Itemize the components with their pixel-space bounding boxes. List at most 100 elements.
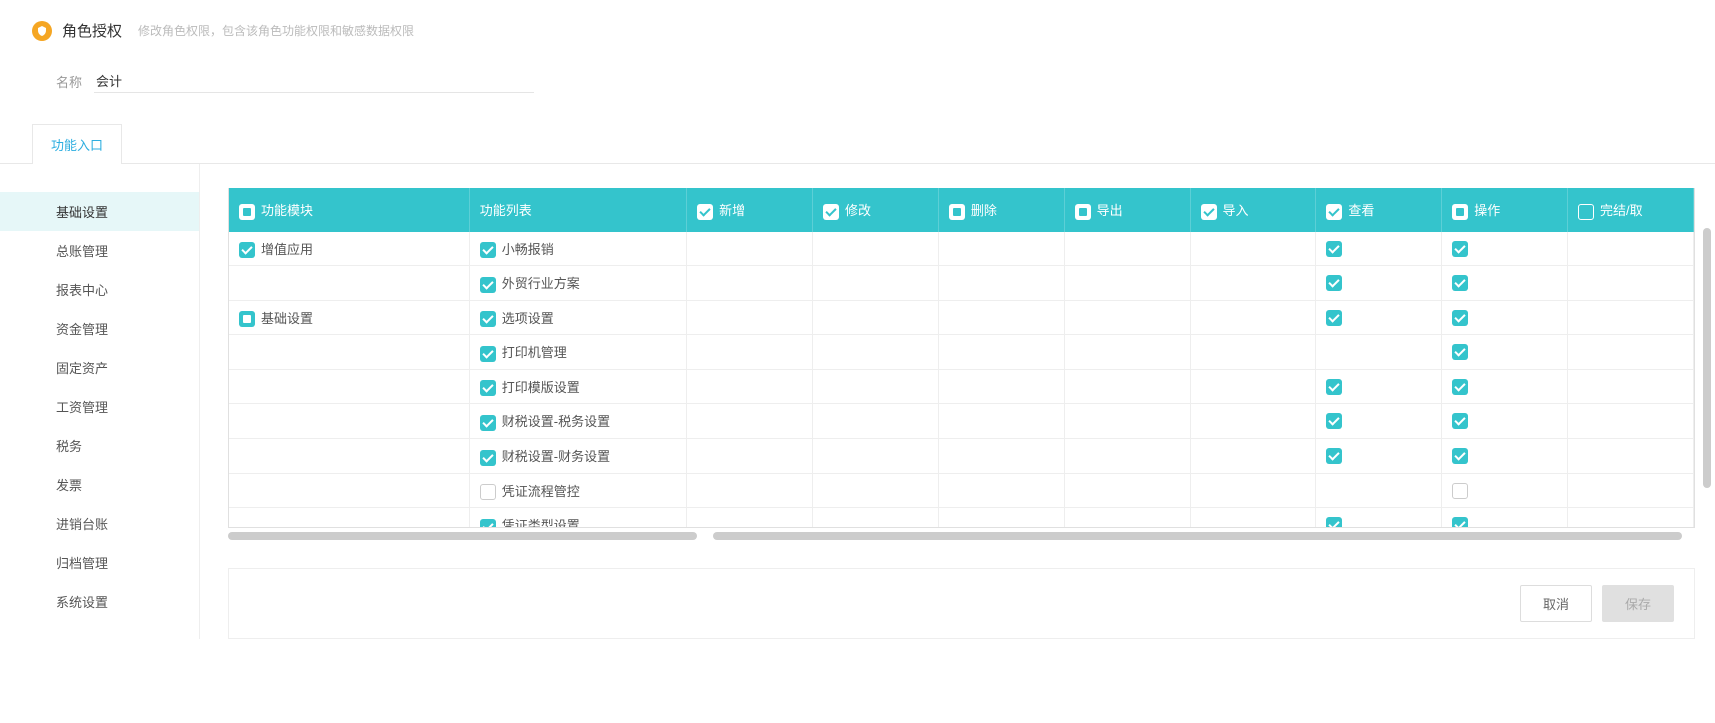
cell-perm-6[interactable] (1442, 369, 1568, 404)
checkbox-icon[interactable] (1452, 204, 1468, 220)
checkbox-icon[interactable] (1452, 275, 1468, 291)
vertical-scrollbar[interactable] (1703, 228, 1711, 488)
checkbox-icon[interactable] (480, 277, 496, 293)
cell-perm-6[interactable] (1442, 335, 1568, 370)
cell-perm-7 (1568, 335, 1694, 370)
cell-perm-6[interactable] (1442, 300, 1568, 335)
cell-perm-5[interactable] (1316, 438, 1442, 473)
cell-module (229, 404, 469, 439)
col-header-1[interactable]: 功能列表 (469, 188, 686, 232)
checkbox-icon[interactable] (1326, 517, 1342, 528)
checkbox-icon[interactable] (1452, 413, 1468, 429)
checkbox-icon[interactable] (1452, 379, 1468, 395)
cell-perm-5[interactable] (1316, 232, 1442, 266)
sidebar-item-1[interactable]: 总账管理 (0, 231, 199, 270)
checkbox-icon[interactable] (1326, 204, 1342, 220)
checkbox-icon[interactable] (480, 380, 496, 396)
sidebar-item-8[interactable]: 进销台账 (0, 504, 199, 543)
checkbox-icon[interactable] (1452, 241, 1468, 257)
checkbox-icon[interactable] (1075, 204, 1091, 220)
cell-perm-5[interactable] (1316, 266, 1442, 301)
cell-perm-6[interactable] (1442, 438, 1568, 473)
cell-function: 凭证类型设置 (469, 508, 686, 528)
col-header-3[interactable]: 修改 (812, 188, 938, 232)
checkbox-icon[interactable] (1578, 204, 1594, 220)
checkbox-icon[interactable] (1452, 517, 1468, 528)
cell-perm-2 (938, 335, 1064, 370)
cell-perm-4 (1190, 404, 1316, 439)
checkbox-icon[interactable] (480, 484, 496, 500)
table-row: 财税设置-税务设置 (229, 404, 1694, 439)
sidebar-item-10[interactable]: 系统设置 (0, 582, 199, 621)
checkbox-icon[interactable] (1201, 204, 1217, 220)
cell-perm-5[interactable] (1316, 404, 1442, 439)
name-label: 名称 (56, 72, 82, 91)
checkbox-icon[interactable] (1326, 413, 1342, 429)
checkbox-icon[interactable] (480, 415, 496, 431)
cell-perm-2 (938, 232, 1064, 266)
permission-table-wrap[interactable]: 功能模块功能列表新增修改删除导出导入查看操作完结/取 增值应用小畅报销外贸行业方… (228, 188, 1695, 528)
col-label: 完结/取 (1600, 203, 1643, 218)
cell-perm-6[interactable] (1442, 404, 1568, 439)
cell-perm-6[interactable] (1442, 473, 1568, 508)
checkbox-icon[interactable] (1326, 241, 1342, 257)
checkbox-icon[interactable] (1452, 310, 1468, 326)
checkbox-icon[interactable] (1326, 448, 1342, 464)
col-header-6[interactable]: 导入 (1190, 188, 1316, 232)
cell-perm-0 (687, 232, 813, 266)
sidebar-item-2[interactable]: 报表中心 (0, 270, 199, 309)
sidebar-item-6[interactable]: 税务 (0, 426, 199, 465)
checkbox-icon[interactable] (823, 204, 839, 220)
cell-perm-7 (1568, 508, 1694, 528)
checkbox-icon[interactable] (480, 519, 496, 528)
cell-perm-3 (1064, 473, 1190, 508)
sidebar-item-0[interactable]: 基础设置 (0, 192, 199, 231)
col-header-4[interactable]: 删除 (938, 188, 1064, 232)
col-header-8[interactable]: 操作 (1442, 188, 1568, 232)
save-button[interactable]: 保存 (1602, 585, 1674, 622)
cell-perm-7 (1568, 438, 1694, 473)
cell-perm-6[interactable] (1442, 232, 1568, 266)
checkbox-icon[interactable] (1326, 275, 1342, 291)
col-header-2[interactable]: 新增 (687, 188, 813, 232)
sidebar-item-9[interactable]: 归档管理 (0, 543, 199, 582)
col-header-9[interactable]: 完结/取 (1568, 188, 1694, 232)
col-header-5[interactable]: 导出 (1064, 188, 1190, 232)
sidebar-item-3[interactable]: 资金管理 (0, 309, 199, 348)
checkbox-icon[interactable] (1452, 448, 1468, 464)
cell-perm-5[interactable] (1316, 300, 1442, 335)
checkbox-icon[interactable] (1326, 310, 1342, 326)
sidebar-item-4[interactable]: 固定资产 (0, 348, 199, 387)
checkbox-icon[interactable] (1452, 344, 1468, 360)
cell-perm-5[interactable] (1316, 369, 1442, 404)
name-input[interactable] (94, 69, 534, 93)
table-row: 凭证类型设置 (229, 508, 1694, 528)
checkbox-icon[interactable] (949, 204, 965, 220)
page-subtitle: 修改角色权限，包含该角色功能权限和敏感数据权限 (138, 22, 414, 39)
checkbox-icon[interactable] (697, 204, 713, 220)
cell-perm-5[interactable] (1316, 508, 1442, 528)
function-label: 打印机管理 (502, 345, 567, 360)
cancel-button[interactable]: 取消 (1520, 585, 1592, 622)
horizontal-scrollbar[interactable] (228, 532, 1695, 540)
col-label: 导入 (1223, 203, 1249, 218)
cell-perm-6[interactable] (1442, 508, 1568, 528)
cell-perm-7 (1568, 300, 1694, 335)
checkbox-icon[interactable] (1326, 379, 1342, 395)
table-row: 打印机管理 (229, 335, 1694, 370)
col-label: 导出 (1097, 203, 1123, 218)
checkbox-icon[interactable] (480, 346, 496, 362)
tab-function-entry[interactable]: 功能入口 (32, 124, 122, 164)
checkbox-icon[interactable] (480, 242, 496, 258)
checkbox-icon[interactable] (480, 450, 496, 466)
checkbox-icon[interactable] (239, 204, 255, 220)
sidebar-item-7[interactable]: 发票 (0, 465, 199, 504)
checkbox-icon[interactable] (1452, 483, 1468, 499)
checkbox-icon[interactable] (239, 311, 255, 327)
col-header-7[interactable]: 查看 (1316, 188, 1442, 232)
sidebar-item-5[interactable]: 工资管理 (0, 387, 199, 426)
checkbox-icon[interactable] (239, 242, 255, 258)
checkbox-icon[interactable] (480, 311, 496, 327)
cell-perm-6[interactable] (1442, 266, 1568, 301)
col-header-0[interactable]: 功能模块 (229, 188, 469, 232)
